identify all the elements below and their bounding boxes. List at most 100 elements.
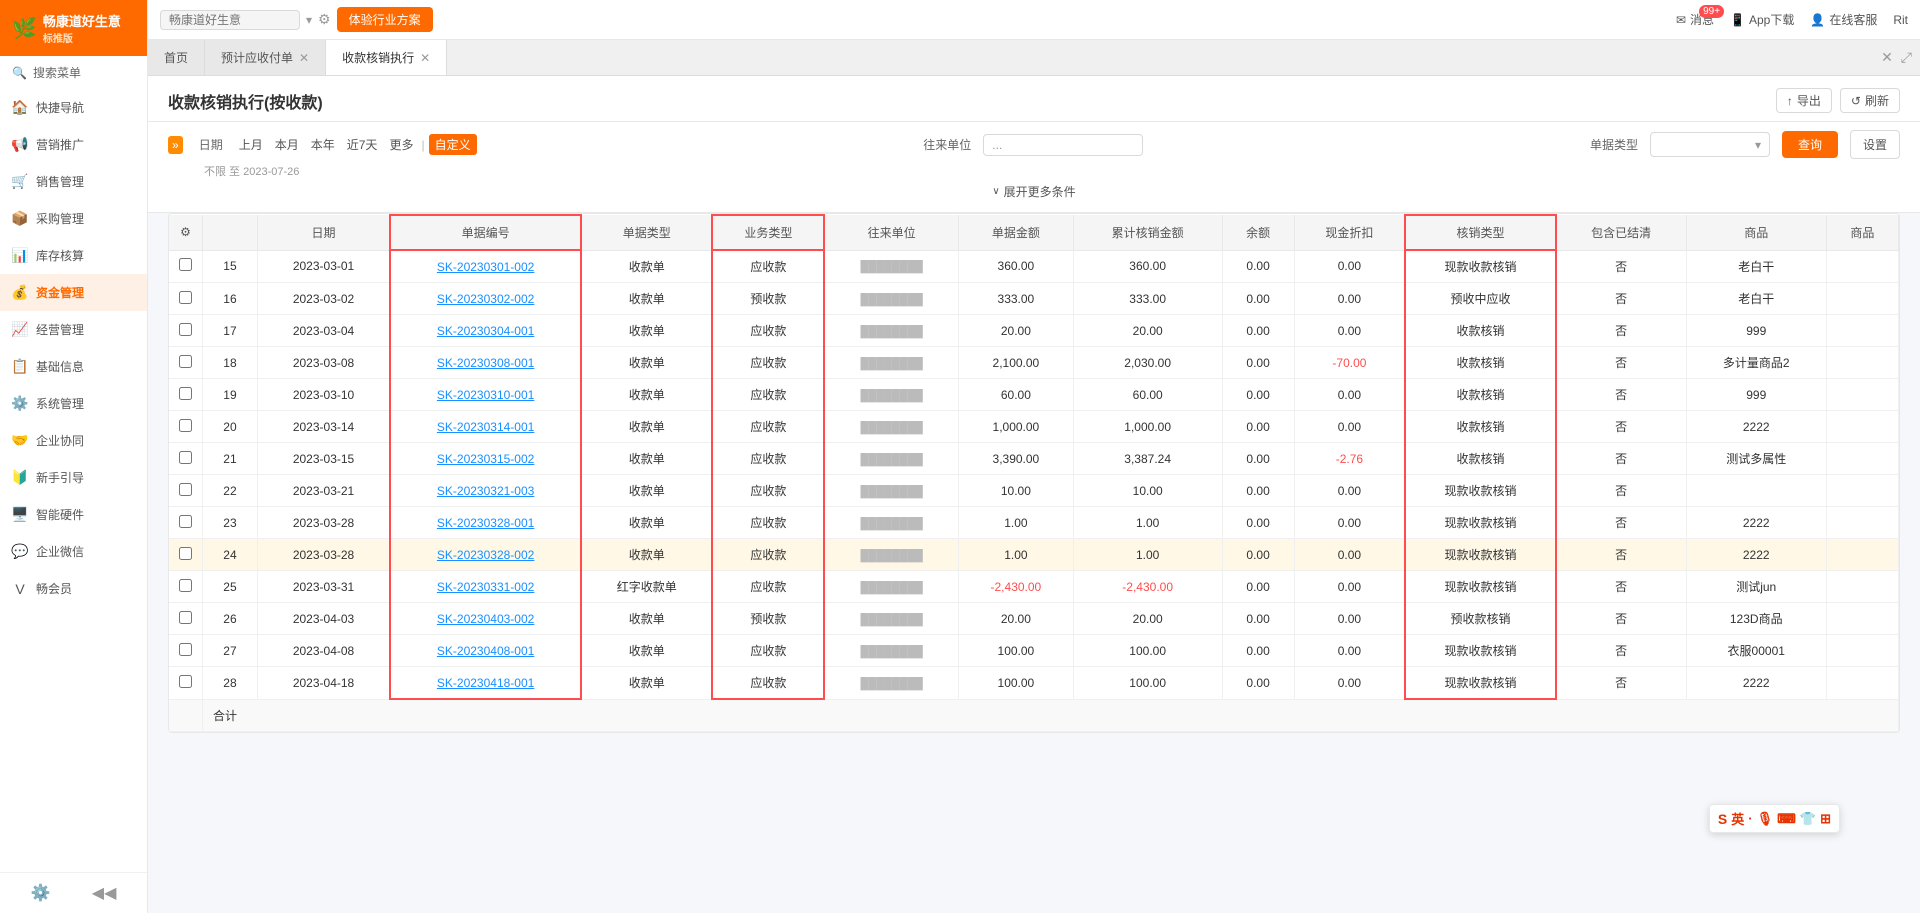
td-cash-discount: 0.00 xyxy=(1294,603,1405,635)
td-checkbox[interactable] xyxy=(169,635,203,667)
sidebar-item-guide[interactable]: 🔰 新手引导 xyxy=(0,459,147,496)
filter-partner-select[interactable]: ... xyxy=(983,134,1143,156)
td-checkbox[interactable] xyxy=(169,539,203,571)
sidebar-bottom: ⚙️ ◀◀ xyxy=(0,872,147,913)
td-bill-no[interactable]: SK-20230328-001 xyxy=(390,507,581,539)
topbar-settings-icon[interactable]: ⚙ xyxy=(318,11,331,28)
filter-date-more[interactable]: 更多 xyxy=(385,135,417,154)
filter-date-this-month[interactable]: 本月 xyxy=(271,135,303,154)
td-checkbox[interactable] xyxy=(169,603,203,635)
column-settings-icon[interactable]: ⚙ xyxy=(180,225,191,239)
td-bill-no[interactable]: SK-20230418-001 xyxy=(390,667,581,700)
td-bill-no[interactable]: SK-20230302-002 xyxy=(390,283,581,315)
th-goods2: 商品 xyxy=(1826,215,1898,250)
td-checkbox[interactable] xyxy=(169,475,203,507)
sidebar-item-system[interactable]: ⚙️ 系统管理 xyxy=(0,385,147,422)
td-bill-no[interactable]: SK-20230331-002 xyxy=(390,571,581,603)
td-bill-no[interactable]: SK-20230408-001 xyxy=(390,635,581,667)
td-seq: 24 xyxy=(203,539,258,571)
td-include-cleared: 否 xyxy=(1556,379,1686,411)
td-checkbox[interactable] xyxy=(169,250,203,283)
topbar-solution-button[interactable]: 体验行业方案 xyxy=(337,7,433,32)
td-bill-no[interactable]: SK-20230304-001 xyxy=(390,315,581,347)
filter-date-last-month[interactable]: 上月 xyxy=(235,135,267,154)
td-bill-no[interactable]: SK-20230321-003 xyxy=(390,475,581,507)
th-settings[interactable]: ⚙ xyxy=(169,215,203,250)
td-partner: ████████ xyxy=(824,443,958,475)
topbar-messages[interactable]: ✉ 消息 99+ xyxy=(1676,11,1714,28)
td-balance: 0.00 xyxy=(1222,250,1294,283)
td-include-cleared: 否 xyxy=(1556,315,1686,347)
filter-date-this-year[interactable]: 本年 xyxy=(307,135,339,154)
sidebar-item-basics[interactable]: 📋 基础信息 xyxy=(0,348,147,385)
tab-close-all-icon[interactable]: ✕ xyxy=(1881,49,1893,66)
tab-expand-icon[interactable]: ⤢ xyxy=(1901,49,1912,66)
filter-bill-type-select[interactable]: ▾ xyxy=(1650,132,1770,157)
sidebar-item-hardware[interactable]: 🖥️ 智能硬件 xyxy=(0,496,147,533)
filter-query-button[interactable]: 查询 xyxy=(1782,131,1838,158)
tab-home[interactable]: 首页 xyxy=(148,40,205,75)
td-checkbox[interactable] xyxy=(169,443,203,475)
sidebar-item-purchase[interactable]: 📦 采购管理 xyxy=(0,200,147,237)
refresh-button[interactable]: ↺ 刷新 xyxy=(1840,88,1900,113)
tab-receivable[interactable]: 预计应收付单 ✕ xyxy=(205,40,326,75)
sidebar-item-finance[interactable]: 💰 资金管理 xyxy=(0,274,147,311)
td-partner: ████████ xyxy=(824,635,958,667)
td-accum-amount: 3,387.24 xyxy=(1073,443,1222,475)
td-goods2 xyxy=(1826,635,1898,667)
td-date: 2023-03-28 xyxy=(257,539,390,571)
th-bill-amount: 单据金额 xyxy=(959,215,1074,250)
td-checkbox[interactable] xyxy=(169,571,203,603)
td-bill-no[interactable]: SK-20230314-001 xyxy=(390,411,581,443)
tab-collection[interactable]: 收款核销执行 ✕ xyxy=(326,40,447,75)
td-bill-no[interactable]: SK-20230310-001 xyxy=(390,379,581,411)
td-checkbox[interactable] xyxy=(169,667,203,700)
td-checkbox[interactable] xyxy=(169,315,203,347)
td-accum-amount: 60.00 xyxy=(1073,379,1222,411)
th-biz-type: 业务类型 xyxy=(712,215,824,250)
td-checkbox[interactable] xyxy=(169,411,203,443)
td-seq: 16 xyxy=(203,283,258,315)
sidebar-collapse-button[interactable]: ◀◀ xyxy=(92,883,117,903)
marketing-icon: 📢 xyxy=(12,137,28,153)
sidebar-settings-button[interactable]: ⚙️ xyxy=(31,883,51,903)
td-bill-type: 收款单 xyxy=(581,379,712,411)
export-button[interactable]: ↑ 导出 xyxy=(1776,88,1832,113)
td-cash-discount: -70.00 xyxy=(1294,347,1405,379)
filter-date-custom[interactable]: 自定义 xyxy=(429,134,477,155)
filter-toggle-button[interactable]: » xyxy=(168,136,183,154)
topbar-chevron-icon[interactable]: ▾ xyxy=(306,13,312,27)
finance-icon: 💰 xyxy=(12,285,28,301)
topbar-app-download[interactable]: 📱 App下载 xyxy=(1730,11,1794,28)
filter-expand[interactable]: ∨ 展开更多条件 xyxy=(168,179,1900,204)
sidebar-item-sales[interactable]: 🛒 销售管理 xyxy=(0,163,147,200)
td-bill-no[interactable]: SK-20230403-002 xyxy=(390,603,581,635)
sidebar-item-inventory[interactable]: 📊 库存核算 xyxy=(0,237,147,274)
topbar-online-service[interactable]: 👤 在线客服 xyxy=(1810,11,1877,28)
td-balance: 0.00 xyxy=(1222,507,1294,539)
sidebar-item-quick-nav[interactable]: 🏠 快捷导航 xyxy=(0,89,147,126)
td-goods xyxy=(1686,475,1826,507)
td-goods2 xyxy=(1826,571,1898,603)
td-checkbox[interactable] xyxy=(169,283,203,315)
tab-receivable-close-icon[interactable]: ✕ xyxy=(299,51,309,65)
td-bill-no[interactable]: SK-20230328-002 xyxy=(390,539,581,571)
filter-date-7days[interactable]: 近7天 xyxy=(343,135,382,154)
filter-settings-button[interactable]: 设置 xyxy=(1850,130,1900,159)
topbar-brand-input[interactable] xyxy=(160,10,300,30)
sidebar-item-marketing[interactable]: 📢 营销推广 xyxy=(0,126,147,163)
sidebar-item-operations[interactable]: 📈 经营管理 xyxy=(0,311,147,348)
td-bill-no[interactable]: SK-20230301-002 xyxy=(390,250,581,283)
td-date: 2023-03-08 xyxy=(257,347,390,379)
td-checkbox[interactable] xyxy=(169,347,203,379)
td-checkbox[interactable] xyxy=(169,379,203,411)
td-checkbox[interactable] xyxy=(169,507,203,539)
td-bill-no[interactable]: SK-20230315-002 xyxy=(390,443,581,475)
sidebar-search[interactable]: 🔍 搜索菜单 xyxy=(0,56,147,89)
sidebar-item-member[interactable]: V 畅会员 xyxy=(0,570,147,607)
sidebar-item-enterprise[interactable]: 🤝 企业协同 xyxy=(0,422,147,459)
td-accum-amount: 20.00 xyxy=(1073,603,1222,635)
sidebar-item-wechat[interactable]: 💬 企业微信 xyxy=(0,533,147,570)
td-bill-no[interactable]: SK-20230308-001 xyxy=(390,347,581,379)
tab-collection-close-icon[interactable]: ✕ xyxy=(420,51,430,65)
